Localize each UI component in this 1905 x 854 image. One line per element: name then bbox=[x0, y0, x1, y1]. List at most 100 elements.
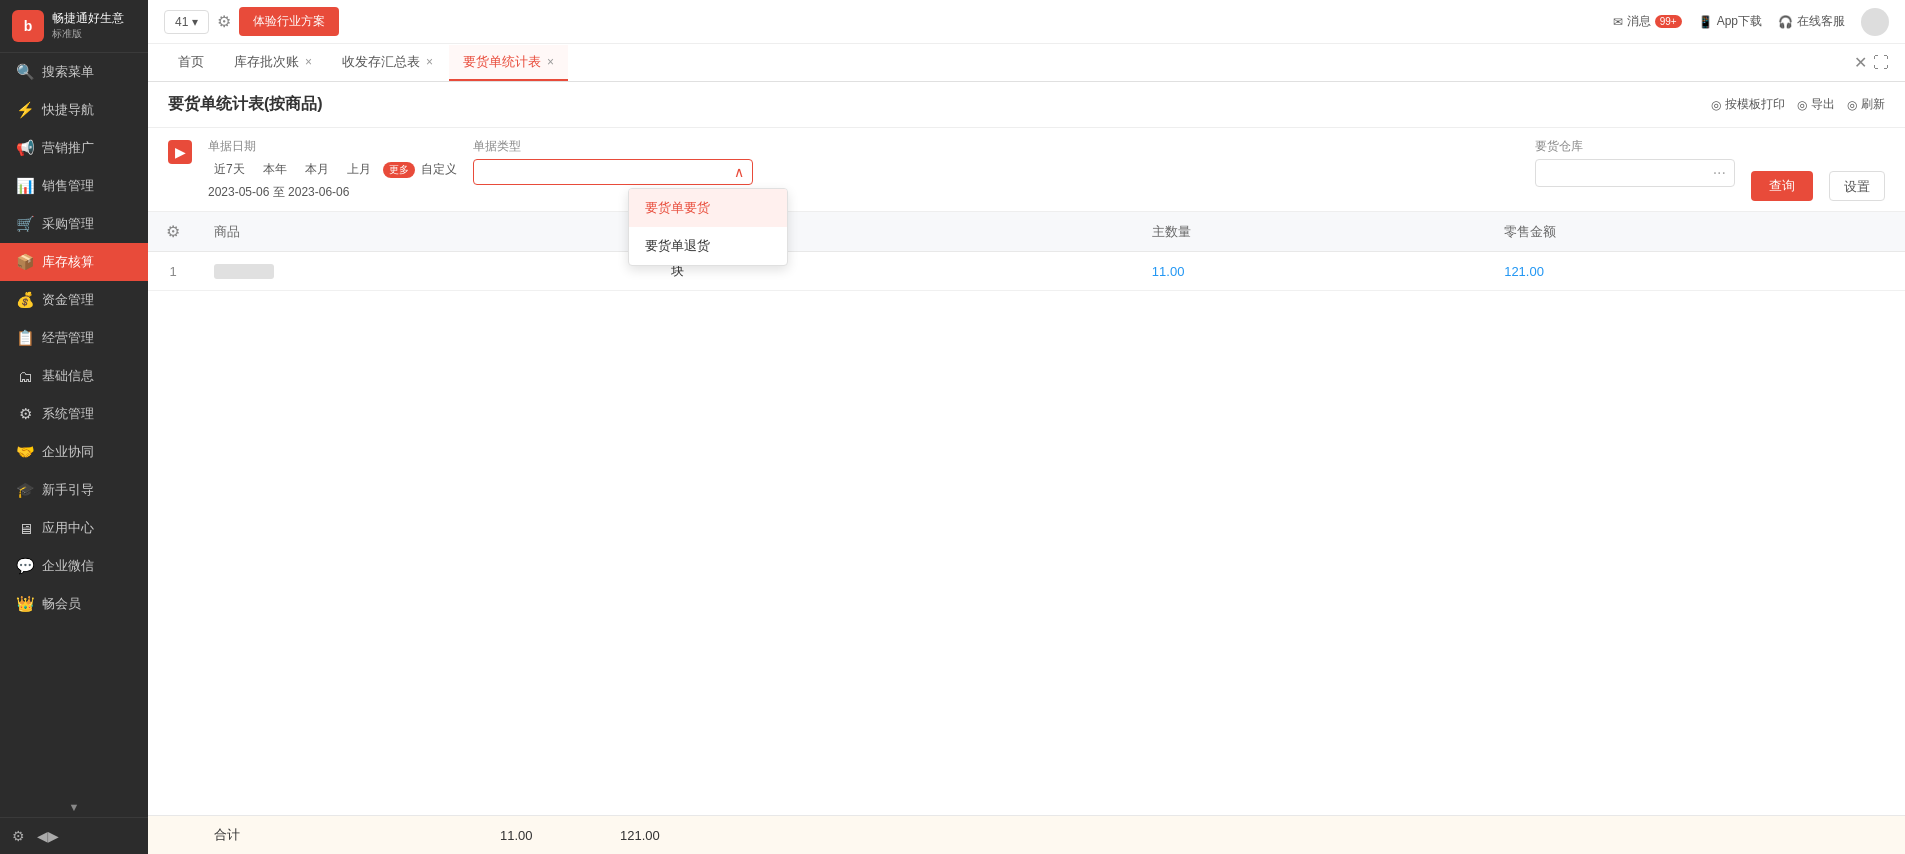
tab-3[interactable]: 要货单统计表× bbox=[449, 45, 568, 81]
window-expand-btn[interactable]: ⛶ bbox=[1873, 54, 1889, 72]
window-close-btn[interactable]: ✕ bbox=[1854, 53, 1867, 72]
sidebar-item-系统管理[interactable]: ⚙系统管理 bbox=[0, 395, 148, 433]
sidebar-label-7: 经营管理 bbox=[42, 329, 94, 347]
action-btn-按模板打印[interactable]: ◎按模板打印 bbox=[1711, 96, 1785, 113]
topbar-settings-icon[interactable]: ⚙ bbox=[217, 12, 231, 31]
warehouse-filter-input-wrapper: ··· bbox=[1535, 159, 1735, 187]
data-table: ⚙ 商品 主计量单位 主数量 零售金额 1 ██████ 块 11.00 121… bbox=[148, 212, 1905, 291]
date-range-display: 2023-05-06 至 2023-06-06 bbox=[208, 184, 457, 201]
sidebar-label-12: 应用中心 bbox=[42, 519, 94, 537]
tab-1[interactable]: 库存批次账 × bbox=[220, 45, 326, 81]
row-amount-0: 121.00 bbox=[1488, 252, 1905, 291]
warehouse-filter-label: 要货仓库 bbox=[1535, 138, 1735, 155]
date-custom-btn[interactable]: 自定义 bbox=[421, 161, 457, 178]
trial-button[interactable]: 体验行业方案 bbox=[239, 7, 339, 36]
sidebar-item-企业协同[interactable]: 🤝企业协同 bbox=[0, 433, 148, 471]
sidebar-label-11: 新手引导 bbox=[42, 481, 94, 499]
type-filter-input-wrapper: ∧ bbox=[473, 159, 753, 185]
product-name-blurred-0: ██████ bbox=[214, 264, 274, 279]
type-filter-group: 单据类型 ∧ bbox=[473, 138, 753, 185]
dropdown-option-要货单退货[interactable]: 要货单退货 bbox=[629, 227, 787, 265]
filter-expand-btn[interactable]: ▶ bbox=[168, 140, 192, 164]
footer-total-amount: 121.00 bbox=[604, 828, 724, 843]
message-icon: ✉ bbox=[1613, 15, 1623, 29]
query-button[interactable]: 查询 bbox=[1751, 171, 1813, 201]
row-seq-0: 1 bbox=[148, 252, 198, 291]
footer-total-qty: 11.00 bbox=[484, 828, 604, 843]
tab-close-3[interactable]: × bbox=[547, 55, 554, 69]
service-link[interactable]: 🎧 在线客服 bbox=[1778, 13, 1845, 30]
sidebar-item-应用中心[interactable]: 🖥应用中心 bbox=[0, 509, 148, 547]
sidebar-item-畅会员[interactable]: 👑畅会员 bbox=[0, 585, 148, 623]
type-filter-input[interactable] bbox=[482, 165, 734, 179]
column-settings-icon[interactable]: ⚙ bbox=[166, 223, 180, 240]
warehouse-filter-input[interactable] bbox=[1544, 166, 1713, 180]
tab-2[interactable]: 收发存汇总表× bbox=[328, 45, 447, 81]
sidebar-item-企业微信[interactable]: 💬 企业微信 bbox=[0, 547, 148, 585]
action-btn-刷新[interactable]: ◎刷新 bbox=[1847, 96, 1885, 113]
date-filter-group: 单据日期 近7天本年本月上月 更多 自定义 2023-05-06 至 2023-… bbox=[208, 138, 457, 201]
table-col-qty: 主数量 bbox=[1136, 212, 1488, 252]
setting-button[interactable]: 设置 bbox=[1829, 171, 1885, 201]
table-col-settings: ⚙ bbox=[148, 212, 198, 252]
date-btn-本年[interactable]: 本年 bbox=[257, 159, 293, 180]
sidebar-item-销售管理[interactable]: 📊 销售管理 bbox=[0, 167, 148, 205]
service-label: 在线客服 bbox=[1797, 13, 1845, 30]
sidebar-item-营销推广[interactable]: 📢营销推广 bbox=[0, 129, 148, 167]
tab-0[interactable]: 首页 bbox=[164, 45, 218, 81]
table-col-amount: 零售金额 bbox=[1488, 212, 1905, 252]
sidebar-label-4: 采购管理 bbox=[42, 215, 94, 233]
date-filter-row: 近7天本年本月上月 更多 自定义 bbox=[208, 159, 457, 180]
page-actions: ◎按模板打印 ◎导出 ◎刷新 bbox=[1711, 96, 1885, 113]
date-btn-上月[interactable]: 上月 bbox=[341, 159, 377, 180]
tabbar: 首页库存批次账×收发存汇总表×要货单统计表× ✕ ⛶ bbox=[148, 44, 1905, 82]
date-btn-近7天[interactable]: 近7天 bbox=[208, 159, 251, 180]
sidebar-item-采购管理[interactable]: 🛒采购管理 bbox=[0, 205, 148, 243]
sidebar-label-2: 营销推广 bbox=[42, 139, 94, 157]
sidebar-item-搜索菜单[interactable]: 🔍搜索菜单 bbox=[0, 53, 148, 91]
sidebar-icon-14: 👑 bbox=[16, 595, 34, 613]
sidebar-label-3: 销售管理 bbox=[42, 177, 94, 195]
tab-close-1[interactable]: × bbox=[305, 55, 312, 69]
sidebar-label-1: 快捷导航 bbox=[42, 101, 94, 119]
date-btn-本月[interactable]: 本月 bbox=[299, 159, 335, 180]
sidebar-item-经营管理[interactable]: 📋经营管理 bbox=[0, 319, 148, 357]
sidebar-scroll-down[interactable]: ▼ bbox=[0, 797, 148, 817]
sidebar-item-资金管理[interactable]: 💰资金管理 bbox=[0, 281, 148, 319]
warehouse-filter-group: 要货仓库 ··· bbox=[1535, 138, 1735, 187]
sidebar-collapse-icon[interactable]: ◀▶ bbox=[37, 828, 59, 844]
messages-badge[interactable]: ✉ 消息 99+ bbox=[1613, 13, 1682, 30]
page-header: 要货单统计表(按商品) ◎按模板打印◎导出◎刷新 bbox=[148, 82, 1905, 128]
app-download-link[interactable]: 📱 App下载 bbox=[1698, 13, 1762, 30]
table-footer: 合计 11.00 121.00 bbox=[148, 815, 1905, 854]
sidebar-item-新手引导[interactable]: 🎓 新手引导 bbox=[0, 471, 148, 509]
sidebar-item-快捷导航[interactable]: ⚡ 快捷导航 bbox=[0, 91, 148, 129]
type-filter-label: 单据类型 bbox=[473, 138, 753, 155]
type-dropdown-arrow[interactable]: ∧ bbox=[734, 164, 744, 180]
sidebar-icon-13: 💬 bbox=[16, 557, 34, 575]
sidebar-icon-11: 🎓 bbox=[16, 481, 34, 499]
sidebar-footer: ⚙ ◀▶ bbox=[0, 817, 148, 854]
sidebar-item-库存核算[interactable]: 📦库存核算 bbox=[0, 243, 148, 281]
sidebar-icon-1: ⚡ bbox=[16, 101, 34, 119]
user-avatar[interactable] bbox=[1861, 8, 1889, 36]
sidebar-logo: b 畅捷通好生意 标准版 bbox=[0, 0, 148, 53]
warehouse-more-icon[interactable]: ··· bbox=[1713, 164, 1726, 182]
sidebar-icon-3: 📊 bbox=[16, 177, 34, 195]
tab-label-1: 库存批次账 bbox=[234, 53, 299, 71]
action-icon-export: ◎ bbox=[1797, 98, 1807, 112]
store-selector[interactable]: 41 ▾ bbox=[164, 10, 209, 34]
sidebar-label-13: 企业微信 bbox=[42, 557, 94, 575]
topbar-right: ✉ 消息 99+ 📱 App下载 🎧 在线客服 bbox=[1613, 8, 1889, 36]
page-content: 要货单统计表(按商品) ◎按模板打印◎导出◎刷新 ▶ 单据日期 近7天本年本月上… bbox=[148, 82, 1905, 854]
date-filter-label: 单据日期 bbox=[208, 138, 457, 155]
tab-close-2[interactable]: × bbox=[426, 55, 433, 69]
action-icon-refresh: ◎ bbox=[1847, 98, 1857, 112]
date-more-badge[interactable]: 更多 bbox=[383, 162, 415, 178]
filter-bar: ▶ 单据日期 近7天本年本月上月 更多 自定义 2023-05-06 至 202… bbox=[148, 128, 1905, 212]
sidebar-item-基础信息[interactable]: 🗂基础信息 bbox=[0, 357, 148, 395]
sidebar-settings-icon[interactable]: ⚙ bbox=[12, 828, 25, 844]
dropdown-option-要货单要货[interactable]: 要货单要货 bbox=[629, 189, 787, 227]
action-btn-导出[interactable]: ◎导出 bbox=[1797, 96, 1835, 113]
messages-label: 消息 bbox=[1627, 13, 1651, 30]
